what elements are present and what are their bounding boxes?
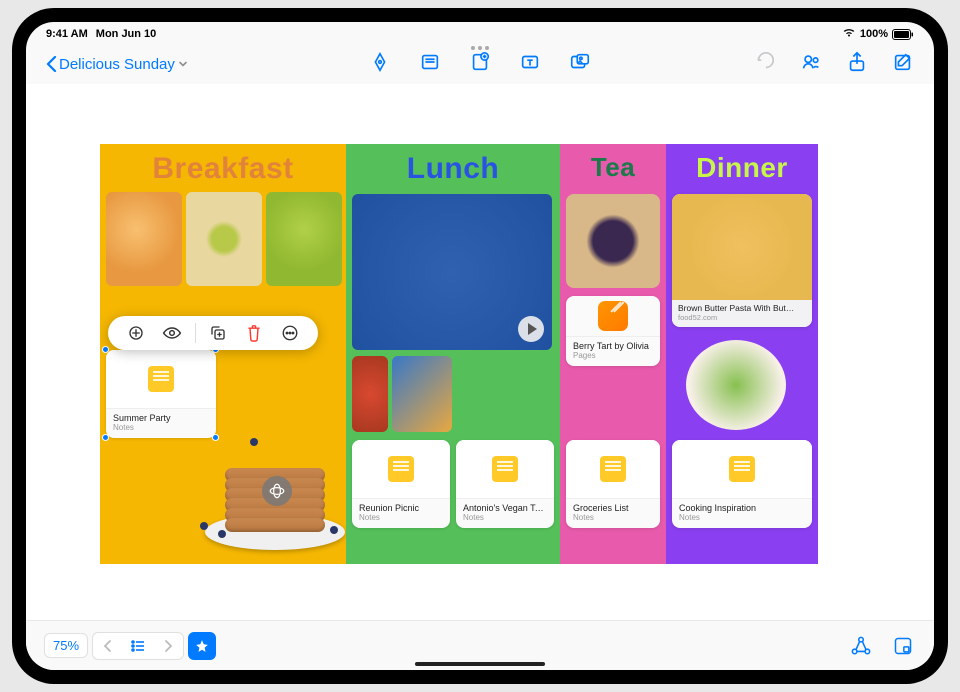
file-title: Cooking Inspiration bbox=[679, 503, 805, 513]
file-card-groceries[interactable]: Groceries List Notes bbox=[566, 440, 660, 528]
file-subtitle: Notes bbox=[679, 513, 805, 522]
column-breakfast: Breakfast Summer Party Notes bbox=[100, 144, 346, 564]
ipad-frame: 9:41 AM Mon Jun 10 100% Delicious Sunday bbox=[12, 8, 948, 684]
nav-next-button[interactable] bbox=[153, 639, 183, 653]
file-subtitle: Pages bbox=[573, 351, 653, 360]
file-subtitle: Notes bbox=[113, 423, 209, 432]
selection-popover bbox=[108, 316, 318, 350]
photo-salad[interactable] bbox=[686, 340, 786, 430]
notes-icon bbox=[388, 456, 414, 482]
column-title-tea: Tea bbox=[560, 144, 666, 189]
nav-prev-button[interactable] bbox=[93, 639, 123, 653]
multitask-indicator[interactable] bbox=[471, 46, 489, 50]
screen: 9:41 AM Mon Jun 10 100% Delicious Sunday bbox=[26, 22, 934, 670]
photo-grapes[interactable] bbox=[266, 192, 342, 286]
file-title: Summer Party bbox=[113, 413, 209, 423]
chevron-down-icon[interactable] bbox=[177, 58, 189, 70]
status-date: Mon Jun 10 bbox=[96, 28, 157, 40]
file-subtitle: Notes bbox=[463, 513, 547, 522]
file-card-summer-party[interactable]: Summer Party Notes bbox=[106, 350, 216, 438]
graph-view-button[interactable] bbox=[848, 633, 874, 659]
photo-pasta bbox=[672, 194, 812, 300]
battery-icon bbox=[892, 28, 914, 40]
file-title: Berry Tart by Olivia bbox=[573, 341, 653, 351]
popover-more-button[interactable] bbox=[277, 320, 303, 346]
popover-inspect-button[interactable] bbox=[123, 320, 149, 346]
video-tacos-plate[interactable] bbox=[352, 194, 552, 350]
home-indicator[interactable] bbox=[415, 662, 545, 666]
file-title: Antonio's Vegan Tacos bbox=[463, 503, 547, 513]
nav-list-button[interactable] bbox=[123, 640, 153, 652]
compose-button[interactable] bbox=[892, 51, 914, 78]
file-subtitle: Notes bbox=[359, 513, 443, 522]
column-title-dinner: Dinner bbox=[666, 144, 818, 190]
back-button[interactable]: Delicious Sunday bbox=[46, 56, 189, 73]
link-subtitle: food52.com bbox=[678, 313, 806, 322]
share-button[interactable] bbox=[846, 51, 868, 78]
photo-olives[interactable] bbox=[186, 192, 262, 286]
add-file-button[interactable] bbox=[469, 51, 491, 78]
zoom-level-button[interactable]: 75% bbox=[44, 633, 88, 658]
undo-button[interactable] bbox=[754, 51, 776, 78]
photo-melon[interactable] bbox=[106, 192, 182, 286]
photo-fruit[interactable] bbox=[352, 356, 388, 432]
link-title: Brown Butter Pasta With But… bbox=[678, 303, 806, 313]
minimap-button[interactable] bbox=[890, 633, 916, 659]
media-button[interactable] bbox=[569, 51, 591, 78]
link-card-pasta[interactable]: Brown Butter Pasta With But… food52.com bbox=[672, 194, 812, 327]
notes-icon bbox=[600, 456, 626, 482]
popover-duplicate-button[interactable] bbox=[205, 320, 231, 346]
popover-preview-button[interactable] bbox=[159, 320, 185, 346]
sticker-pancakes[interactable] bbox=[200, 426, 350, 556]
column-title-breakfast: Breakfast bbox=[100, 144, 346, 192]
sticky-note-button[interactable] bbox=[419, 51, 441, 78]
wifi-icon bbox=[842, 27, 856, 41]
column-tea: Tea Berry Tart by Olivia Pages Groceries… bbox=[560, 144, 666, 564]
photo-tart[interactable] bbox=[566, 194, 660, 288]
popover-delete-button[interactable] bbox=[241, 320, 267, 346]
text-box-button[interactable] bbox=[519, 51, 541, 78]
column-title-lunch: Lunch bbox=[346, 144, 560, 192]
favorites-button[interactable] bbox=[188, 632, 216, 660]
photo-juice[interactable] bbox=[392, 356, 452, 432]
spatial-badge-icon bbox=[262, 476, 292, 506]
file-subtitle: Notes bbox=[573, 513, 653, 522]
board: Breakfast Summer Party Notes bbox=[100, 144, 862, 564]
file-card-berry-tart[interactable]: Berry Tart by Olivia Pages bbox=[566, 296, 660, 366]
pen-tool-button[interactable] bbox=[369, 51, 391, 78]
column-dinner: Dinner Brown Butter Pasta With But… food… bbox=[666, 144, 818, 564]
file-title: Groceries List bbox=[573, 503, 653, 513]
pages-icon bbox=[598, 301, 628, 331]
navigator-segment bbox=[92, 632, 184, 660]
file-title: Reunion Picnic bbox=[359, 503, 443, 513]
notes-icon bbox=[729, 456, 755, 482]
notes-icon bbox=[492, 456, 518, 482]
collaborate-button[interactable] bbox=[800, 51, 822, 78]
canvas[interactable]: Breakfast Summer Party Notes bbox=[26, 84, 934, 620]
column-lunch: Lunch Reunion Picnic Notes bbox=[346, 144, 560, 564]
status-time: 9:41 AM bbox=[46, 28, 88, 40]
status-bar: 9:41 AM Mon Jun 10 100% bbox=[26, 22, 934, 42]
battery-percent: 100% bbox=[860, 28, 888, 40]
notes-icon bbox=[148, 366, 174, 392]
file-card-reunion[interactable]: Reunion Picnic Notes bbox=[352, 440, 450, 528]
board-title: Delicious Sunday bbox=[59, 56, 175, 73]
play-icon[interactable] bbox=[518, 316, 544, 342]
file-card-cooking[interactable]: Cooking Inspiration Notes bbox=[672, 440, 812, 528]
file-card-tacos[interactable]: Antonio's Vegan Tacos Notes bbox=[456, 440, 554, 528]
